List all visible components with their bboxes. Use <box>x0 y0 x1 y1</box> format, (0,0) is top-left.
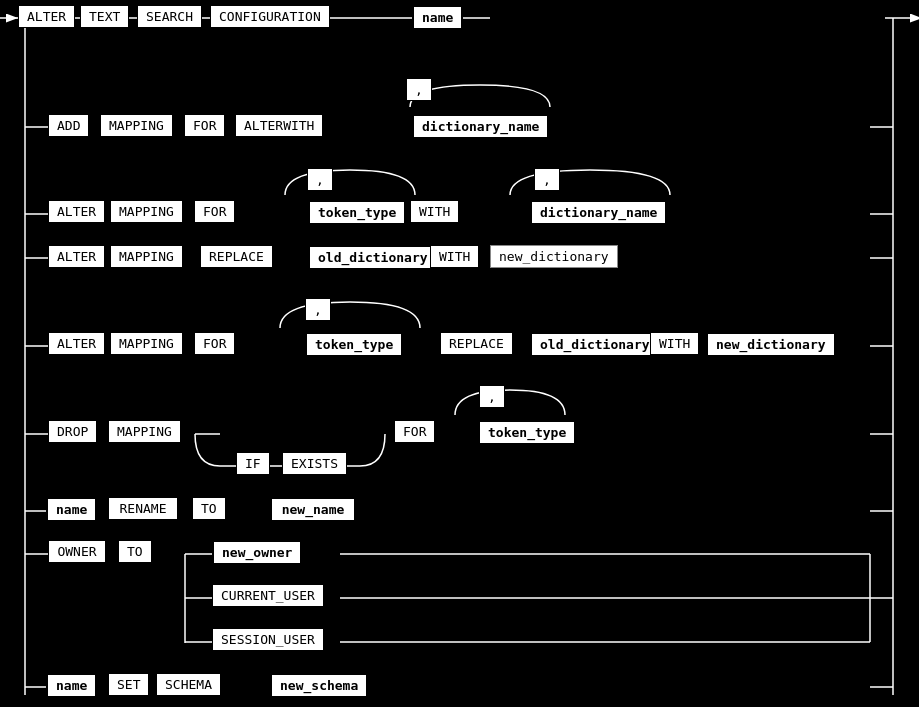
token-for-2: FOR <box>194 200 235 223</box>
token-text: TEXT <box>80 5 129 28</box>
token-mapping-5: MAPPING <box>108 420 181 443</box>
token-with-2: WITH <box>410 200 459 223</box>
comma-token-type-4: , <box>305 298 331 321</box>
token-mapping-4: MAPPING <box>110 332 183 355</box>
token-to-7: TO <box>118 540 152 563</box>
comma-token-type-2: , <box>307 168 333 191</box>
token-name-6: name <box>46 497 97 522</box>
token-with-3: WITH <box>430 245 479 268</box>
token-drop: DROP <box>48 420 97 443</box>
token-mapping-3: MAPPING <box>110 245 183 268</box>
token-new-name: new_name <box>270 497 356 522</box>
token-configuration: CONFIGURATION <box>210 5 330 28</box>
token-for-5: FOR <box>394 420 435 443</box>
token-token-type-5: token_type <box>478 420 576 445</box>
token-new-schema: new_schema <box>270 673 368 698</box>
comma-token-5: , <box>479 385 505 408</box>
token-for-1: FOR <box>184 114 225 137</box>
token-dictionary-name-1: dictionary_name <box>412 114 549 139</box>
token-add: ADD <box>48 114 89 137</box>
token-token-type-4: token_type <box>305 332 403 357</box>
token-set: SET <box>108 673 149 696</box>
token-alter-2: ALTER <box>48 200 105 223</box>
token-for-4: FOR <box>194 332 235 355</box>
token-alter-4: ALTER <box>48 332 105 355</box>
comma-loop-1: , <box>406 78 432 101</box>
token-with-4: WITH <box>650 332 699 355</box>
token-dictionary-name-2: dictionary_name <box>530 200 667 225</box>
token-mapping-1: MAPPING <box>100 114 173 137</box>
token-name-8: name <box>46 673 97 698</box>
token-if: IF <box>236 452 270 475</box>
token-alter-3: ALTER <box>48 245 105 268</box>
token-current-user: CURRENT_USER <box>212 584 324 607</box>
diagram-container: ALTER TEXT SEARCH CONFIGURATION name , A… <box>0 0 919 707</box>
token-mapping-2: MAPPING <box>110 200 183 223</box>
token-owner: OWNER <box>48 540 106 563</box>
token-old-dictionary-3: old_dictionary <box>308 245 438 270</box>
token-new-dictionary-4: new_dictionary <box>706 332 836 357</box>
token-replace-4: REPLACE <box>440 332 513 355</box>
token-token-type-2: token_type <box>308 200 406 225</box>
token-replace-3: REPLACE <box>200 245 273 268</box>
comma-dict-name-2: , <box>534 168 560 191</box>
token-search: SEARCH <box>137 5 202 28</box>
token-session-user: SESSION_USER <box>212 628 324 651</box>
token-name-0: name <box>412 5 463 30</box>
token-old-dictionary-4: old_dictionary <box>530 332 660 357</box>
token-exists: EXISTS <box>282 452 347 475</box>
token-new-owner: new_owner <box>212 540 302 565</box>
token-rename: RENAME <box>108 497 178 520</box>
token-to-6: TO <box>192 497 226 520</box>
token-alter-0: ALTER <box>18 5 75 28</box>
token-alterwith: ALTERWITH <box>235 114 323 137</box>
token-new-dictionary-3: new_dictionary <box>490 245 618 268</box>
token-schema: SCHEMA <box>156 673 221 696</box>
